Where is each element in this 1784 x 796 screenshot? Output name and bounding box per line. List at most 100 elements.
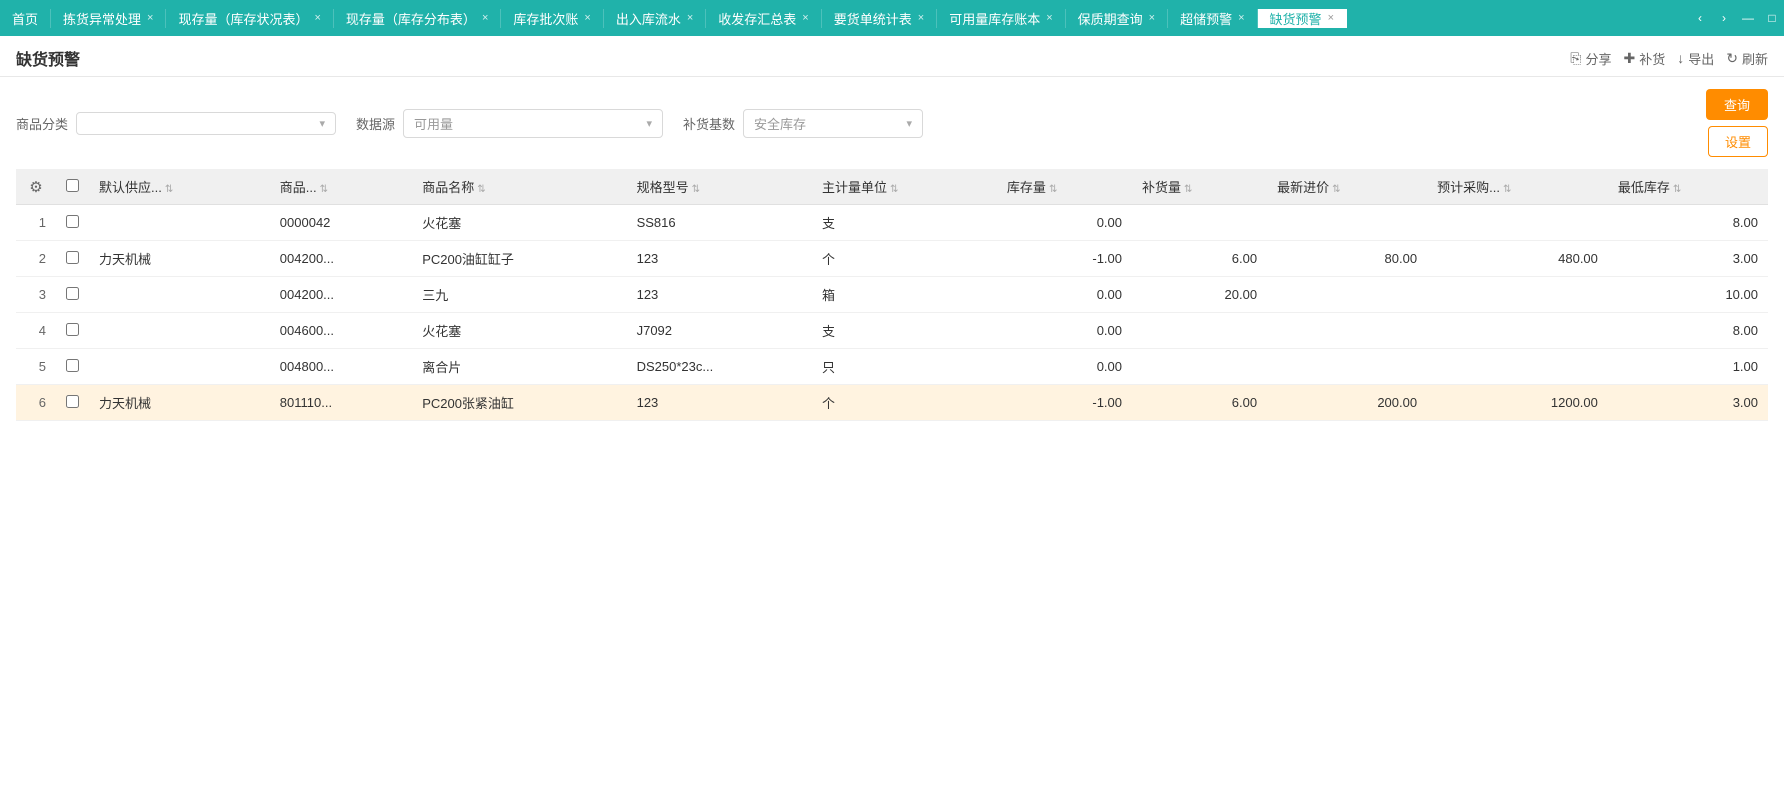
row-spec: 123	[627, 277, 812, 313]
tab-close-icon[interactable]: ×	[802, 12, 808, 24]
tab-close-icon[interactable]: ×	[687, 12, 693, 24]
row-checkbox-cell[interactable]	[56, 241, 89, 277]
row-checkbox-cell[interactable]	[56, 313, 89, 349]
tab-overstock[interactable]: 超储预警×	[1168, 9, 1257, 28]
row-supplier	[89, 277, 270, 313]
query-button[interactable]: 查询	[1706, 89, 1768, 120]
col-product-name: 商品名称⇅	[412, 169, 626, 205]
share-icon: ⎘	[1570, 50, 1581, 67]
row-product-code: 801110...	[270, 385, 412, 421]
tab-close-icon[interactable]: ×	[1149, 12, 1155, 24]
tab-batch-account[interactable]: 库存批次账×	[501, 9, 603, 28]
row-checkbox-cell[interactable]	[56, 277, 89, 313]
share-button[interactable]: ⎘ 分享	[1570, 49, 1611, 68]
category-select[interactable]: ▾	[76, 112, 336, 135]
tab-available-ledger[interactable]: 可用量库存账本 ×	[937, 9, 1065, 28]
sort-icon: ⇅	[1503, 184, 1511, 195]
data-table: ⚙ 默认供应...⇅ 商品...⇅ 商品名称⇅ 规格型号⇅ 主计量单位⇅ 库存量…	[16, 169, 1768, 421]
tab-label: 现存量（库存分布表）	[346, 9, 476, 28]
replenish-button[interactable]: ✚ 补货	[1623, 49, 1665, 68]
tab-close-icon[interactable]: ×	[1328, 12, 1334, 24]
table-header-row: ⚙ 默认供应...⇅ 商品...⇅ 商品名称⇅ 规格型号⇅ 主计量单位⇅ 库存量…	[16, 169, 1768, 205]
row-product-name: 火花塞	[412, 313, 626, 349]
row-checkbox[interactable]	[66, 323, 79, 336]
tab-expiry-query[interactable]: 保质期查询×	[1066, 9, 1168, 28]
row-est-purchase	[1427, 349, 1608, 385]
tab-close-icon[interactable]: ×	[314, 12, 320, 24]
row-product-code: 004800...	[270, 349, 412, 385]
row-latest-price	[1267, 277, 1427, 313]
row-checkbox[interactable]	[66, 215, 79, 228]
refresh-button[interactable]: ↻ 刷新	[1726, 49, 1768, 68]
table-row: 6 力天机械 801110... PC200张紧油缸 123 个 -1.00 6…	[16, 385, 1768, 421]
export-button[interactable]: ↓ 导出	[1677, 49, 1714, 68]
row-est-purchase: 1200.00	[1427, 385, 1608, 421]
tab-stock-status[interactable]: 现存量（库存状况表） ×	[166, 9, 333, 28]
col-product-code: 商品...⇅	[270, 169, 412, 205]
row-supplier	[89, 205, 270, 241]
tab-inout-flow[interactable]: 出入库流水×	[604, 9, 706, 28]
tab-next-btn[interactable]: ›	[1712, 0, 1736, 36]
tab-label: 现存量（库存状况表）	[178, 9, 308, 28]
row-spec: SS816	[627, 205, 812, 241]
row-product-name: 三九	[412, 277, 626, 313]
sort-icon: ⇅	[165, 184, 173, 195]
tab-prev-btn[interactable]: ‹	[1688, 0, 1712, 36]
tab-stock-dist[interactable]: 现存量（库存分布表） ×	[334, 9, 501, 28]
row-checkbox[interactable]	[66, 395, 79, 408]
page-content: 缺货预警 ⎘ 分享 ✚ 补货 ↓ 导出 ↻ 刷新 商品分类	[0, 36, 1784, 796]
gear-header[interactable]: ⚙	[16, 169, 56, 205]
row-replenish	[1132, 313, 1267, 349]
sort-icon: ⇅	[477, 184, 485, 195]
tab-collect-summary[interactable]: 收发存汇总表×	[706, 9, 821, 28]
row-number: 6	[16, 385, 56, 421]
tab-close-icon[interactable]: ×	[147, 12, 153, 24]
table-row: 1 0000042 火花塞 SS816 支 0.00 8.00	[16, 205, 1768, 241]
row-spec: 123	[627, 385, 812, 421]
tab-minimize-btn[interactable]: —	[1736, 0, 1760, 36]
setting-button[interactable]: 设置	[1708, 126, 1768, 157]
row-checkbox-cell[interactable]	[56, 349, 89, 385]
tab-close-icon[interactable]: ×	[584, 12, 590, 24]
tab-close-icon[interactable]: ×	[918, 12, 924, 24]
sort-icon: ⇅	[890, 184, 898, 195]
datasource-select[interactable]: 可用量 ▾	[403, 109, 663, 138]
row-replenish: 20.00	[1132, 277, 1267, 313]
select-all-checkbox[interactable]	[66, 179, 79, 192]
row-replenish	[1132, 205, 1267, 241]
tab-home[interactable]: 首页	[0, 9, 51, 28]
row-supplier: 力天机械	[89, 241, 270, 277]
row-checkbox[interactable]	[66, 359, 79, 372]
row-checkbox[interactable]	[66, 287, 79, 300]
row-number: 2	[16, 241, 56, 277]
tab-order-stat[interactable]: 要货单统计表×	[822, 9, 937, 28]
chevron-down-icon: ▾	[647, 117, 653, 130]
row-product-code: 004200...	[270, 241, 412, 277]
tab-shortage[interactable]: 缺货预警×	[1258, 9, 1347, 28]
tab-label: 可用量库存账本	[949, 9, 1040, 28]
gear-icon[interactable]: ⚙	[29, 179, 42, 196]
row-checkbox-cell[interactable]	[56, 385, 89, 421]
col-min-stock: 最低库存⇅	[1608, 169, 1768, 205]
category-filter: 商品分类 ▾	[16, 112, 336, 135]
row-product-code: 004600...	[270, 313, 412, 349]
row-number: 4	[16, 313, 56, 349]
row-stock: 0.00	[997, 349, 1132, 385]
tab-close-icon[interactable]: ×	[1238, 12, 1244, 24]
row-checkbox[interactable]	[66, 251, 79, 264]
tab-exception[interactable]: 拣货异常处理×	[51, 9, 166, 28]
tab-close-icon[interactable]: ×	[1046, 12, 1052, 24]
row-product-name: PC200油缸缸子	[412, 241, 626, 277]
tab-close-icon[interactable]: ×	[482, 12, 488, 24]
row-spec: J7092	[627, 313, 812, 349]
tab-bar: 首页拣货异常处理×现存量（库存状况表）×现存量（库存分布表）×库存批次账×出入库…	[0, 0, 1784, 36]
tab-maximize-btn[interactable]: □	[1760, 0, 1784, 36]
row-checkbox-cell[interactable]	[56, 205, 89, 241]
sort-icon: ⇅	[1184, 184, 1192, 195]
row-est-purchase	[1427, 205, 1608, 241]
checkbox-header[interactable]	[56, 169, 89, 205]
row-product-name: 火花塞	[412, 205, 626, 241]
row-unit: 支	[812, 313, 997, 349]
replenish-basis-select[interactable]: 安全库存 ▾	[743, 109, 923, 138]
row-unit: 只	[812, 349, 997, 385]
